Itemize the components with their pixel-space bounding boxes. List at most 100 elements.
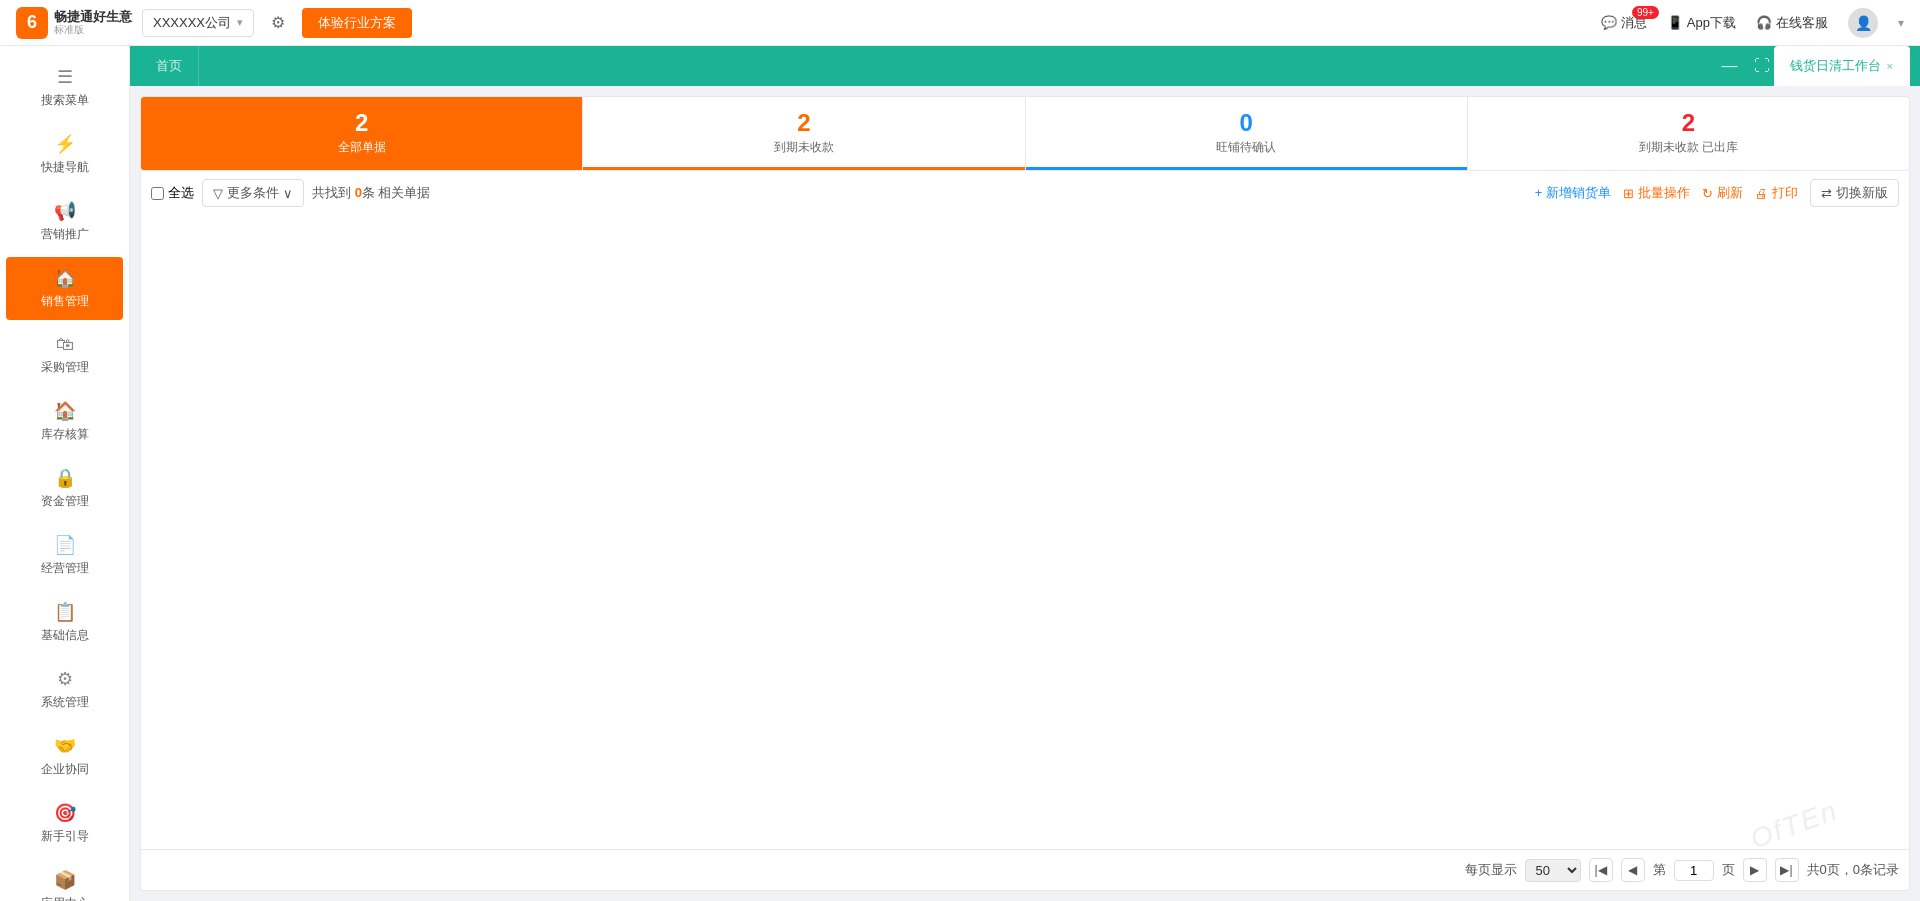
online-service-item[interactable]: 🎧 在线客服 xyxy=(1756,14,1828,32)
tab-label-1: 钱货日清工作台 xyxy=(1790,57,1881,75)
summary-card-2[interactable]: 0旺铺待确认 xyxy=(1026,97,1468,170)
refresh-button[interactable]: ↻ 刷新 xyxy=(1702,184,1743,202)
app-download-label: App下载 xyxy=(1687,14,1736,32)
tab-item-0[interactable]: 首页 xyxy=(140,46,199,86)
switch-version-button[interactable]: ⇄ 切换新版 xyxy=(1810,179,1899,207)
experience-button[interactable]: 体验行业方案 xyxy=(302,8,412,38)
sidebar-label-enterprise-coop: 企业协同 xyxy=(41,761,89,778)
sidebar-icon-system: ⚙ xyxy=(57,668,73,690)
online-service-icon: 🎧 xyxy=(1756,15,1772,30)
top-bar: 6 畅捷通好生意 标准版 XXXXXX公司 ▾ ⚙ 体验行业方案 💬 消息 99… xyxy=(0,0,1920,46)
sidebar-label-finance: 资金管理 xyxy=(41,493,89,510)
prev-page-button[interactable]: ◀ xyxy=(1621,858,1645,882)
sidebar-icon-basic-info: 📋 xyxy=(54,601,76,623)
tab-close-1[interactable]: × xyxy=(1887,60,1893,72)
print-icon: 🖨 xyxy=(1755,186,1768,201)
toolbar-right: + 新增销货单 ⊞ 批量操作 ↻ 刷新 🖨 打印 ⇄ xyxy=(1535,179,1899,207)
sidebar-item-purchase[interactable]: 🛍采购管理 xyxy=(6,324,123,386)
filter-button[interactable]: ▽ 更多条件 ∨ xyxy=(202,179,304,207)
sidebar-item-basic-info[interactable]: 📋 基础信息 xyxy=(6,591,123,654)
sidebar-item-enterprise-coop[interactable]: 🤝 企业协同 xyxy=(6,725,123,788)
sidebar-label-marketing: 营销推广 xyxy=(41,226,89,243)
company-name: XXXXXX公司 xyxy=(153,14,231,32)
sidebar-item-guide[interactable]: 🎯新手引导 xyxy=(6,792,123,855)
toolbar: 全选 ▽ 更多条件 ∨ 共找到 0条 条相关单据相关单据 + 新增销货单 ⊞ 批… xyxy=(140,171,1910,215)
refresh-icon: ↻ xyxy=(1702,186,1713,201)
sidebar-label-inventory: 库存核算 xyxy=(41,426,89,443)
message-icon: 💬 xyxy=(1601,15,1617,30)
app-download-icon: 📱 xyxy=(1667,15,1683,30)
summary-card-3[interactable]: 2到期未收款 已出库 xyxy=(1468,97,1909,170)
first-page-button[interactable]: |◀ xyxy=(1589,858,1613,882)
card-underline-2 xyxy=(1026,167,1467,170)
select-all-checkbox[interactable]: 全选 xyxy=(151,184,194,202)
user-name-item[interactable]: ▾ xyxy=(1898,16,1904,30)
pagination-bar: 每页显示 102050100 |◀ ◀ 第 页 ▶ ▶| 共0页，0条记录 xyxy=(140,850,1910,891)
last-page-button[interactable]: ▶| xyxy=(1775,858,1799,882)
content-area: 2全部单据2到期未收款0旺铺待确认2到期未收款 已出库 全选 ▽ 更多条件 ∨ … xyxy=(130,86,1920,901)
sidebar-label-basic-info: 基础信息 xyxy=(41,627,89,644)
online-service-label: 在线客服 xyxy=(1776,14,1828,32)
logo-title: 畅捷通好生意 xyxy=(54,9,132,25)
card-underline-1 xyxy=(583,167,1024,170)
card-count-1: 2 xyxy=(797,111,810,135)
logo-icon: 6 xyxy=(16,7,48,39)
sidebar-label-quick-nav: 快捷导航 xyxy=(41,159,89,176)
app-download-item[interactable]: 📱 App下载 xyxy=(1667,14,1736,32)
sidebar-item-operations[interactable]: 📄 经营管理 xyxy=(6,524,123,587)
per-page-select[interactable]: 102050100 xyxy=(1525,859,1581,882)
card-underline-3 xyxy=(1468,167,1909,170)
sidebar-icon-guide: 🎯 xyxy=(54,802,76,824)
page-number-input[interactable] xyxy=(1674,860,1714,881)
card-label-2: 旺铺待确认 xyxy=(1216,139,1276,156)
sidebar-item-sales[interactable]: 🏠销售管理 xyxy=(6,257,123,320)
summary-card-1[interactable]: 2 到期未收款 xyxy=(583,97,1025,170)
sidebar-item-finance[interactable]: 🔒资金管理 xyxy=(6,457,123,520)
select-all-input[interactable] xyxy=(151,187,164,200)
top-bar-left: 6 畅捷通好生意 标准版 XXXXXX公司 ▾ ⚙ 体验行业方案 xyxy=(16,7,412,39)
found-text: 共找到 0条 条相关单据相关单据 xyxy=(312,184,430,202)
print-label: 打印 xyxy=(1772,184,1798,202)
select-all-label: 全选 xyxy=(168,184,194,202)
sidebar-item-search-menu[interactable]: ☰搜索菜单 xyxy=(6,56,123,119)
minimize-icon[interactable]: — xyxy=(1718,54,1742,78)
next-page-button[interactable]: ▶ xyxy=(1743,858,1767,882)
maximize-icon[interactable]: ⛶ xyxy=(1750,54,1774,78)
sidebar-item-app-center[interactable]: 📦应用中心 xyxy=(6,859,123,901)
batch-operation-button[interactable]: ⊞ 批量操作 xyxy=(1623,184,1690,202)
card-label-1: 到期未收款 xyxy=(774,139,834,156)
avatar[interactable]: 👤 xyxy=(1848,8,1878,38)
sidebar-item-inventory[interactable]: 🏠库存核算 xyxy=(6,390,123,453)
add-sales-order-button[interactable]: + 新增销货单 xyxy=(1535,184,1611,202)
tab-bar: 首页 钱货日清工作台 × — ⛶ xyxy=(130,46,1920,86)
found-unit: 条 xyxy=(362,185,375,200)
sidebar-item-marketing[interactable]: 📢营销推广 xyxy=(6,190,123,253)
sidebar-icon-operations: 📄 xyxy=(54,534,76,556)
sidebar-item-system[interactable]: ⚙系统管理 xyxy=(6,658,123,721)
card-count-3: 2 xyxy=(1682,111,1695,135)
sidebar-icon-quick-nav: ⚡ xyxy=(54,133,76,155)
sidebar-item-quick-nav[interactable]: ⚡ 快捷导航 xyxy=(6,123,123,186)
top-bar-right: 💬 消息 99+ 📱 App下载 🎧 在线客服 👤 ▾ xyxy=(1601,8,1904,38)
tab-bar-actions: — ⛶ xyxy=(1718,54,1774,78)
found-count: 0 xyxy=(355,185,362,200)
sidebar-label-purchase: 采购管理 xyxy=(41,359,89,376)
summary-card-0[interactable]: 2 全部单据 xyxy=(141,97,583,170)
sidebar-icon-app-center: 📦 xyxy=(54,869,76,891)
summary-cards: 2 全部单据 2 到期未收款 0旺铺待确认2到期未收款 已出库 xyxy=(140,96,1910,171)
print-button[interactable]: 🖨 打印 xyxy=(1755,184,1798,202)
settings-icon-btn[interactable]: ⚙ xyxy=(264,9,292,37)
batch-label: 批量操作 xyxy=(1638,184,1690,202)
page-label-2: 页 xyxy=(1722,861,1735,879)
company-selector[interactable]: XXXXXX公司 ▾ xyxy=(142,9,254,37)
card-count-0: 2 xyxy=(355,111,368,135)
sidebar-label-search-menu: 搜索菜单 xyxy=(41,92,89,109)
card-label-0: 全部单据 xyxy=(338,139,386,156)
batch-icon: ⊞ xyxy=(1623,186,1634,201)
main-layout: ☰搜索菜单⚡快捷导航📢营销推广🏠销售管理🛍采购管理🏠库存核算🔒资金管理📄经营管理… xyxy=(0,46,1920,901)
sidebar-label-operations: 经营管理 xyxy=(41,560,89,577)
tab-item-1[interactable]: 钱货日清工作台 × xyxy=(1774,46,1910,86)
sidebar-icon-sales: 🏠 xyxy=(54,267,76,289)
sidebar-icon-enterprise-coop: 🤝 xyxy=(54,735,76,757)
message-item[interactable]: 💬 消息 99+ xyxy=(1601,14,1647,32)
